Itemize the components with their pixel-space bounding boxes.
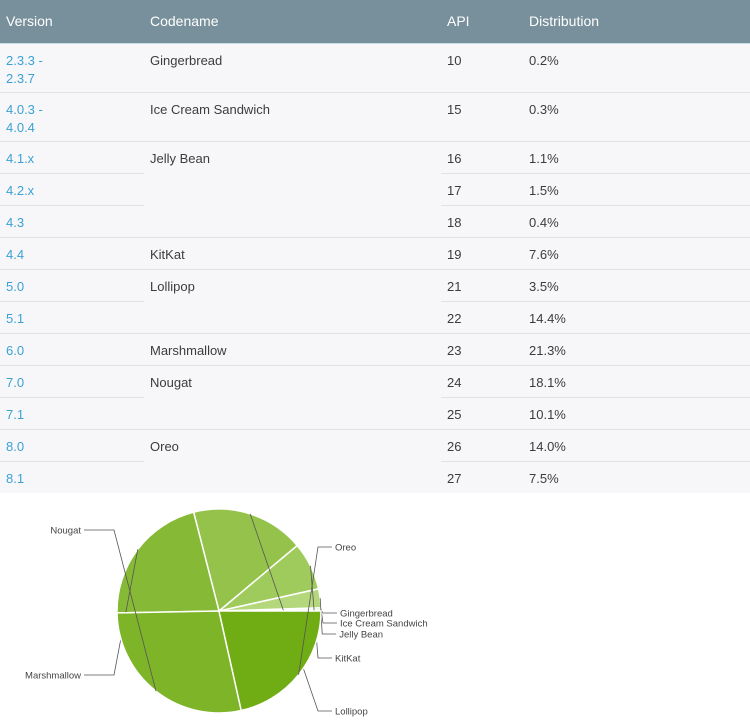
slice-label: Jelly Bean <box>339 630 383 641</box>
codename-cell: Nougat <box>144 365 441 430</box>
api-cell: 17 <box>441 173 523 206</box>
version-link[interactable]: 8.0 <box>0 429 144 462</box>
header-codename: Codename <box>144 0 441 44</box>
version-link[interactable]: 4.2.x <box>0 173 144 206</box>
distribution-cell: 0.3% <box>523 92 750 142</box>
slice-label: Ice Cream Sandwich <box>340 619 428 630</box>
api-cell: 16 <box>441 141 523 174</box>
slice-label: Marshmallow <box>25 671 81 682</box>
table-row: 6.0 Marshmallow 23 21.3% <box>0 333 750 366</box>
distribution-cell: 14.4% <box>523 301 750 334</box>
codename-cell: Gingerbread <box>144 43 441 93</box>
slice-label: KitKat <box>335 654 361 665</box>
version-link[interactable]: 2.3.3 -2.3.7 <box>0 43 144 93</box>
header-distribution: Distribution <box>523 0 750 44</box>
version-link[interactable]: 4.4 <box>0 237 144 270</box>
distribution-cell: 0.2% <box>523 43 750 93</box>
codename-cell: Oreo <box>144 429 441 493</box>
api-cell: 15 <box>441 92 523 142</box>
table-header-row: Version Codename API Distribution <box>0 0 750 44</box>
table-row: 2.3.3 -2.3.7 Gingerbread 10 0.2% <box>0 43 750 93</box>
distribution-cell: 0.4% <box>523 205 750 238</box>
version-link[interactable]: 5.1 <box>0 301 144 334</box>
api-cell: 21 <box>441 269 523 302</box>
api-cell: 25 <box>441 397 523 430</box>
table-row: 4.1.x Jelly Bean 16 1.1% <box>0 141 750 238</box>
api-cell: 18 <box>441 205 523 238</box>
distribution-cell: 3.5% <box>523 269 750 302</box>
slice-label: Oreo <box>335 543 356 554</box>
slice-label: Nougat <box>50 526 81 537</box>
version-link[interactable]: 7.1 <box>0 397 144 430</box>
api-cell: 26 <box>441 429 523 462</box>
distribution-table: Version Codename API Distribution 2.3.3 … <box>0 0 750 493</box>
version-link[interactable]: 4.0.3 -4.0.4 <box>0 92 144 142</box>
callout-line <box>320 608 337 624</box>
api-cell: 22 <box>441 301 523 334</box>
api-cell: 10 <box>441 43 523 93</box>
header-api: API <box>441 0 523 44</box>
api-cell: 24 <box>441 365 523 398</box>
codename-cell: Jelly Bean <box>144 141 441 238</box>
version-link[interactable]: 7.0 <box>0 365 144 398</box>
codename-cell: Marshmallow <box>144 333 441 366</box>
api-cell: 19 <box>441 237 523 270</box>
callout-line <box>319 598 337 635</box>
callout-line <box>320 610 337 614</box>
version-link[interactable]: 6.0 <box>0 333 144 366</box>
distribution-cell: 14.0% <box>523 429 750 462</box>
table-row: 5.0 Lollipop 21 3.5% <box>0 269 750 334</box>
header-version: Version <box>0 0 144 44</box>
api-cell: 23 <box>441 333 523 366</box>
distribution-cell: 1.1% <box>523 141 750 174</box>
table-row: 8.0 Oreo 26 14.0% <box>0 429 750 493</box>
distribution-cell: 1.5% <box>523 173 750 206</box>
table-row: 7.0 Nougat 24 18.1% <box>0 365 750 430</box>
slice-label: Lollipop <box>335 707 368 718</box>
version-link[interactable]: 4.3 <box>0 205 144 238</box>
distribution-cell: 21.3% <box>523 333 750 366</box>
distribution-cell: 7.6% <box>523 237 750 270</box>
distribution-pie-chart: GingerbreadIce Cream SandwichJelly BeanK… <box>25 508 428 718</box>
codename-cell: KitKat <box>144 237 441 270</box>
distribution-cell: 18.1% <box>523 365 750 398</box>
table-row: 4.4 KitKat 19 7.6% <box>0 237 750 270</box>
version-link[interactable]: 4.1.x <box>0 141 144 174</box>
codename-cell: Ice Cream Sandwich <box>144 92 441 142</box>
table-row: 4.0.3 -4.0.4 Ice Cream Sandwich 15 0.3% <box>0 92 750 142</box>
codename-cell: Lollipop <box>144 269 441 334</box>
distribution-cell: 10.1% <box>523 397 750 430</box>
version-link[interactable]: 5.0 <box>0 269 144 302</box>
